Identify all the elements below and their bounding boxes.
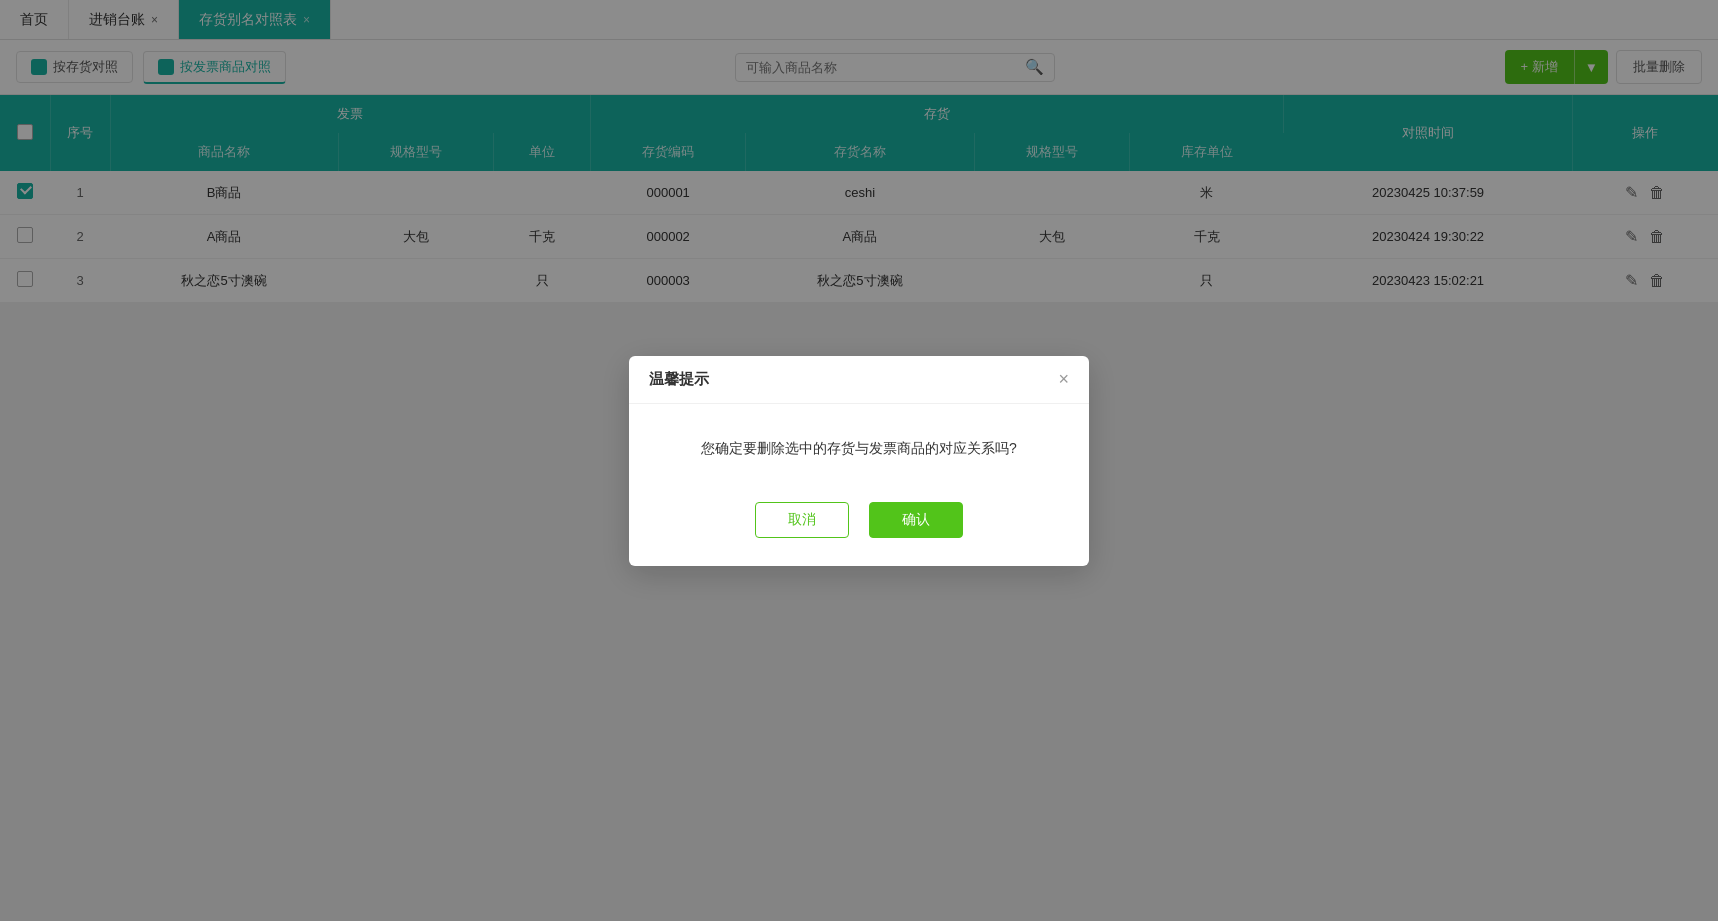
dialog-overlay: 温馨提示 × 您确定要删除选中的存货与发票商品的对应关系吗? 取消 确认: [0, 0, 1718, 303]
